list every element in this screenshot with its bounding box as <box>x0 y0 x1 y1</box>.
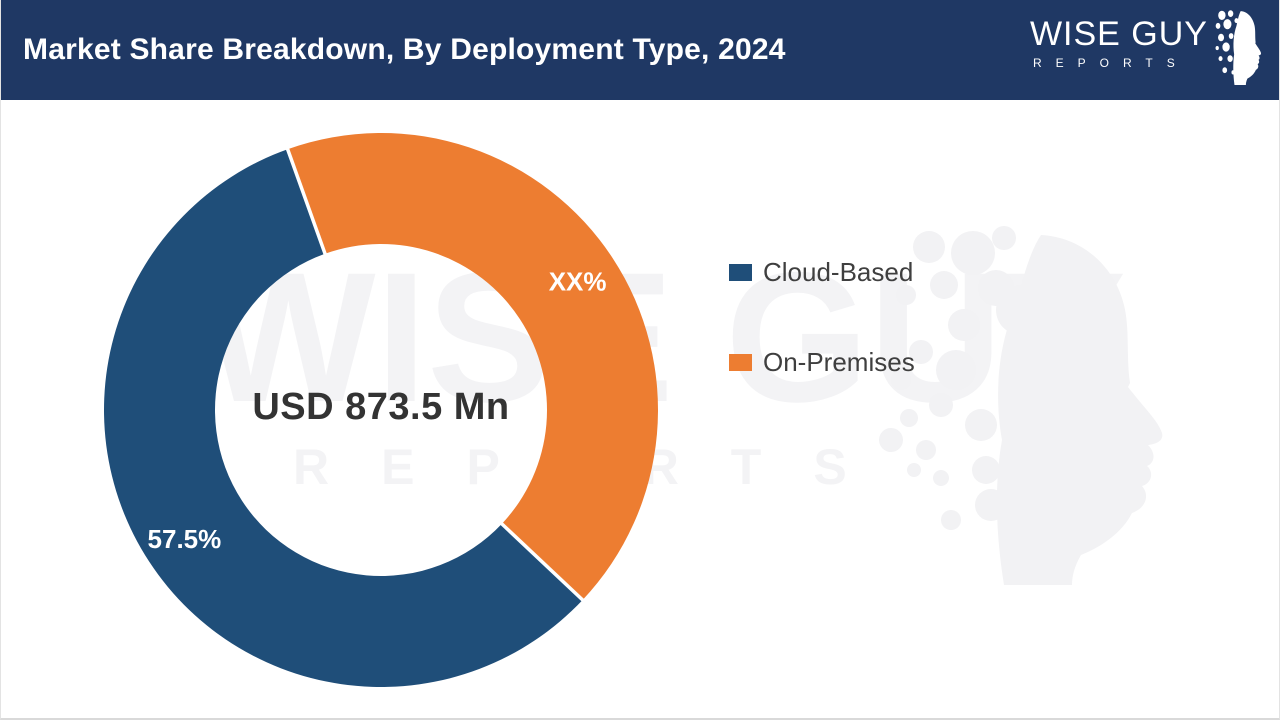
donut-center-label: USD 873.5 Mn <box>252 386 510 428</box>
slice-label-cloud-based: 57.5% <box>148 524 222 554</box>
page: Market Share Breakdown, By Deployment Ty… <box>0 0 1280 720</box>
legend-label-cloud-based: Cloud-Based <box>763 257 914 287</box>
wiseguy-logo: WISE GUY REPORTS <box>1030 9 1265 85</box>
chart-title: Market Share Breakdown, By Deployment Ty… <box>23 33 786 66</box>
legend-swatch-cloud-based <box>729 263 752 281</box>
logo-face-icon <box>1215 10 1262 85</box>
slice-label-on-premises: XX% <box>549 266 607 296</box>
legend-label-on-premises: On-Premises <box>763 347 915 377</box>
legend-item-cloud-based: Cloud-Based <box>729 256 915 288</box>
header: Market Share Breakdown, By Deployment Ty… <box>1 0 1279 100</box>
donut-slice-on-premises <box>287 132 658 600</box>
legend: Cloud-Based On-Premises <box>729 256 915 378</box>
logo-reports-label: REPORTS <box>1032 56 1189 70</box>
legend-swatch-on-premises <box>729 353 752 371</box>
legend-item-on-premises: On-Premises <box>729 346 915 378</box>
logo-wordmark: WISE GUY <box>1029 15 1208 53</box>
watermark-face-icon <box>879 226 1163 585</box>
logo-text: WISE GUY REPORTS <box>1030 17 1208 69</box>
